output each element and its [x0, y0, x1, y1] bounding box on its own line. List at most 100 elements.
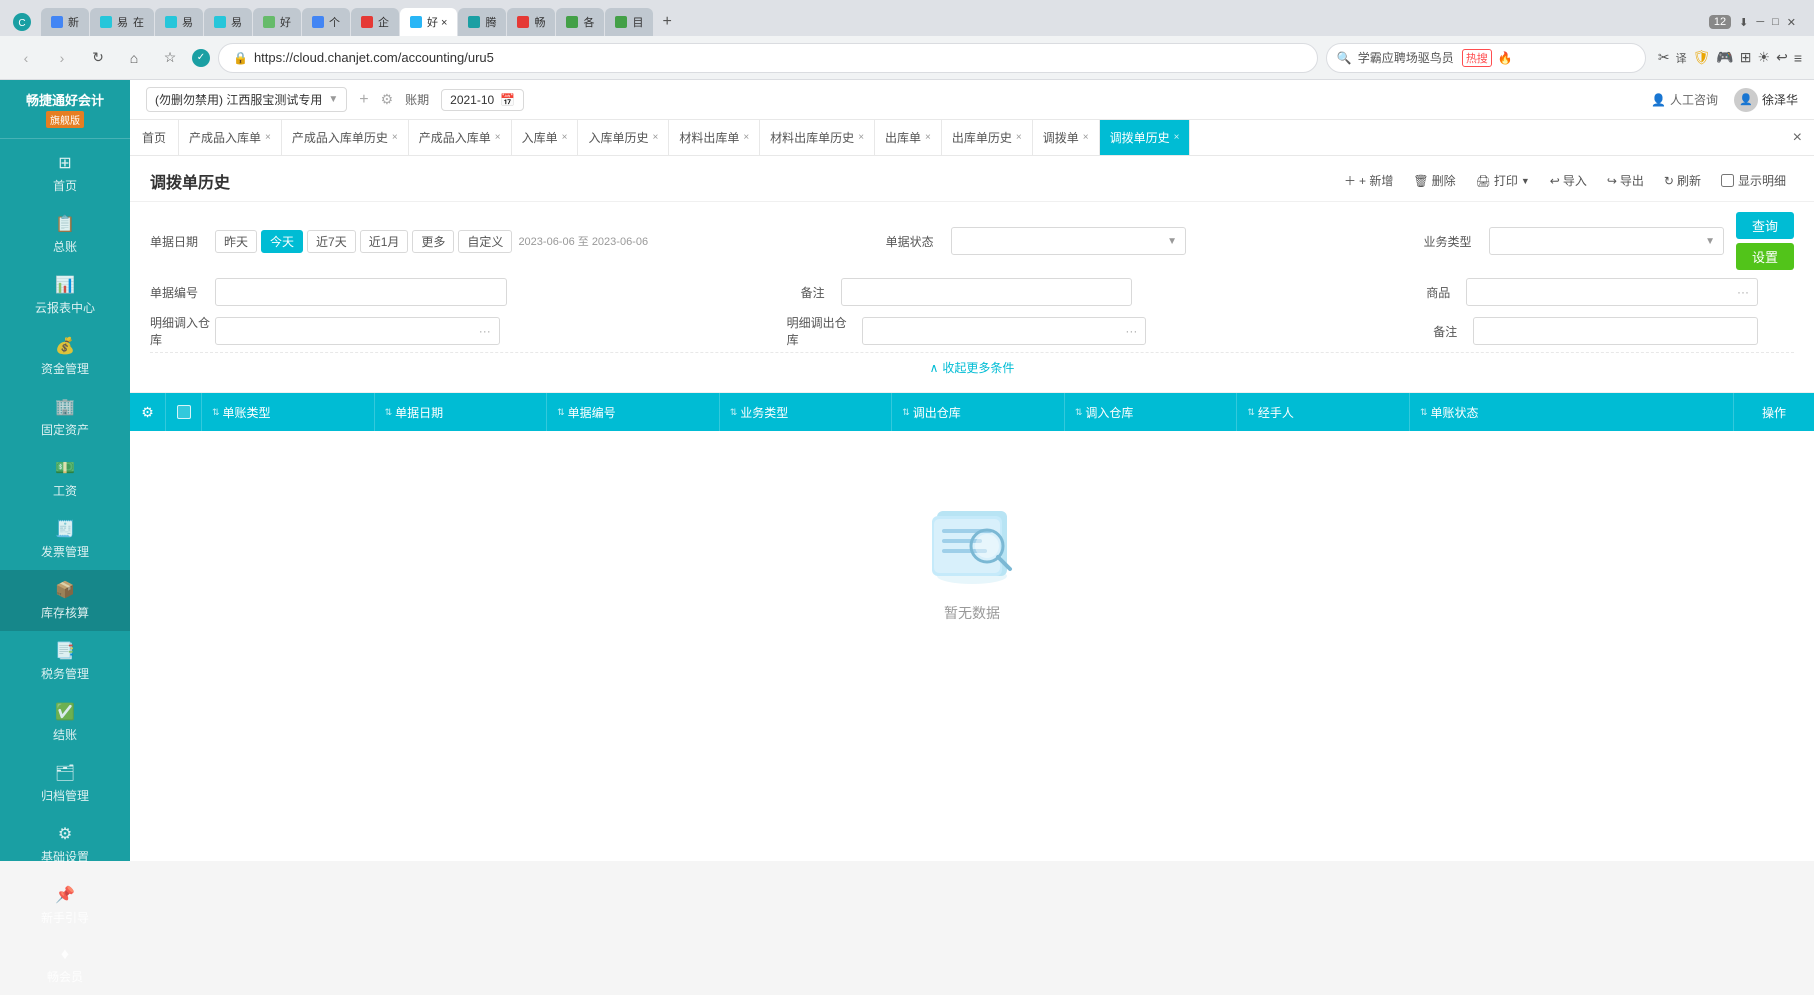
detail-in-select[interactable]: ···: [215, 317, 500, 345]
docno-input[interactable]: [215, 278, 507, 306]
th-doc-status[interactable]: ⇅ 单账状态: [1410, 393, 1734, 431]
th-biz-type[interactable]: ⇅ 业务类型: [720, 393, 893, 431]
browser-tab-7[interactable]: 企: [351, 8, 399, 36]
browser-tab-12[interactable]: 目: [605, 8, 653, 36]
close-btn[interactable]: ✕: [1787, 16, 1796, 29]
add-company-btn[interactable]: +: [359, 91, 368, 109]
th-transfer-in[interactable]: ⇅ 调入仓库: [1065, 393, 1238, 431]
tab-material-out-hist[interactable]: 材料出库单历史 ×: [760, 120, 875, 156]
sidebar-item-home[interactable]: ⊞ 首页: [0, 143, 130, 204]
setting-filter-btn[interactable]: 设置: [1736, 243, 1794, 270]
import-btn[interactable]: ↩ 导入: [1542, 168, 1595, 193]
browser-tab-3[interactable]: 易: [155, 8, 203, 36]
sidebar-item-settings[interactable]: ⚙ 基础设置: [0, 814, 130, 875]
home-btn[interactable]: ⌂: [120, 44, 148, 72]
sidebar-item-invoice[interactable]: 🧾 发票管理: [0, 509, 130, 570]
th-settings-btn[interactable]: ⚙: [130, 393, 166, 431]
company-selector[interactable]: (勿删勿禁用) 江西服宝测试专用 ▼: [146, 87, 347, 112]
tab-inbound-hist-close[interactable]: ×: [652, 132, 658, 143]
minimize-btn[interactable]: ─: [1756, 16, 1764, 28]
tab-outbound-hist[interactable]: 出库单历史 ×: [942, 120, 1033, 156]
sidebar-item-salary[interactable]: 💵 工资: [0, 448, 130, 509]
tab-product-in[interactable]: 产成品入库单 ×: [179, 120, 282, 156]
tab-inbound-close[interactable]: ×: [562, 132, 568, 143]
tab-transfer[interactable]: 调拨单 ×: [1033, 120, 1100, 156]
date-btn-1month[interactable]: 近1月: [360, 230, 409, 253]
user-menu-btn[interactable]: 👤 徐泽华: [1734, 88, 1798, 112]
settings-company-btn[interactable]: ⚙: [381, 91, 394, 108]
maximize-btn[interactable]: □: [1772, 16, 1779, 28]
sidebar-item-tax[interactable]: 📑 税务管理: [0, 631, 130, 692]
forward-btn[interactable]: ›: [48, 44, 76, 72]
sidebar-item-report[interactable]: 📊 云报表中心: [0, 265, 130, 326]
date-btn-custom[interactable]: 自定义: [458, 230, 512, 253]
biztype-filter-select[interactable]: ▼: [1489, 227, 1724, 255]
date-btn-more[interactable]: 更多: [412, 230, 454, 253]
browser-tab-4[interactable]: 易: [204, 8, 252, 36]
new-tab-btn[interactable]: +: [654, 8, 679, 36]
tab-product-in-hist[interactable]: 产成品入库单历史 ×: [282, 120, 409, 156]
new-btn[interactable]: ＋ + 新增: [1336, 168, 1401, 193]
tab-outbound[interactable]: 出库单 ×: [875, 120, 942, 156]
browser-tab-6[interactable]: 个: [302, 8, 350, 36]
browser-tab-10[interactable]: 畅: [507, 8, 555, 36]
tab-product-in-hist-close[interactable]: ×: [392, 132, 398, 143]
date-btn-7days[interactable]: 近7天: [307, 230, 356, 253]
remark-input[interactable]: [841, 278, 1133, 306]
browser-tab-2[interactable]: 易 在: [90, 8, 154, 36]
sidebar-item-inventory[interactable]: 📦 库存核算: [0, 570, 130, 631]
date-btn-today[interactable]: 今天: [261, 230, 303, 253]
sidebar-item-finance[interactable]: 💰 资金管理: [0, 326, 130, 387]
customer-service-btn[interactable]: 👤 人工咨询: [1651, 91, 1718, 108]
tab-material-out-hist-close[interactable]: ×: [858, 132, 864, 143]
sidebar-item-ledger[interactable]: 📋 总账: [0, 204, 130, 265]
period-selector[interactable]: 2021-10 📅: [441, 89, 524, 111]
refresh-page-btn[interactable]: ↻ 刷新: [1656, 168, 1709, 193]
th-handler[interactable]: ⇅ 经手人: [1237, 393, 1410, 431]
select-all-checkbox[interactable]: [177, 405, 191, 419]
goods-filter-select[interactable]: ···: [1466, 278, 1758, 306]
back-btn[interactable]: ‹: [12, 44, 40, 72]
collapse-more-btn[interactable]: ∧ 收起更多条件: [150, 352, 1794, 382]
delete-btn[interactable]: 🗑 删除: [1405, 168, 1463, 193]
sidebar-item-asset[interactable]: 🏢 固定资产: [0, 387, 130, 448]
detail-out-select[interactable]: ···: [862, 317, 1147, 345]
status-filter-select[interactable]: ▼: [951, 227, 1186, 255]
tab-product-in2-close[interactable]: ×: [495, 132, 501, 143]
query-btn[interactable]: 查询: [1736, 212, 1794, 239]
tab-material-out-close[interactable]: ×: [743, 132, 749, 143]
th-doc-date[interactable]: ⇅ 单据日期: [375, 393, 548, 431]
th-doc-type[interactable]: ⇅ 单账类型: [202, 393, 375, 431]
export-btn[interactable]: ↪ 导出: [1599, 168, 1652, 193]
tab-transfer-hist-close[interactable]: ×: [1174, 132, 1180, 143]
tab-outbound-hist-close[interactable]: ×: [1016, 132, 1022, 143]
tab-material-out[interactable]: 材料出库单 ×: [669, 120, 760, 156]
tab-transfer-hist-active[interactable]: 调拨单历史 ×: [1100, 120, 1191, 156]
tab-outbound-close[interactable]: ×: [925, 132, 931, 143]
date-btn-yesterday[interactable]: 昨天: [215, 230, 257, 253]
browser-search-bar[interactable]: 🔍 学霸应聘场驱鸟员 热搜 🔥: [1326, 43, 1646, 73]
tab-inbound-hist[interactable]: 入库单历史 ×: [578, 120, 669, 156]
browser-tab-8-active[interactable]: 好 ×: [400, 8, 457, 36]
tab-panel-close-btn[interactable]: ×: [1781, 129, 1814, 147]
browser-tab-5[interactable]: 好: [253, 8, 301, 36]
sidebar-item-member[interactable]: ♦ 畅会员: [0, 936, 130, 995]
th-doc-no[interactable]: ⇅ 单据编号: [547, 393, 720, 431]
browser-tab-11[interactable]: 各: [556, 8, 604, 36]
tab-product-in-close[interactable]: ×: [265, 132, 271, 143]
sidebar-item-guide[interactable]: 📌 新手引导: [0, 875, 130, 936]
tab-home[interactable]: 首页: [130, 120, 179, 156]
tab-inbound[interactable]: 入库单 ×: [512, 120, 579, 156]
sidebar-item-archive[interactable]: 🗂 归档管理: [0, 753, 130, 814]
tab-product-in2[interactable]: 产成品入库单 ×: [409, 120, 512, 156]
bookmark-btn[interactable]: ☆: [156, 44, 184, 72]
show-cols-checkbox[interactable]: [1721, 174, 1734, 187]
th-checkbox-cell[interactable]: [166, 393, 202, 431]
tab-transfer-close[interactable]: ×: [1083, 132, 1089, 143]
sidebar-item-close[interactable]: ✅ 结账: [0, 692, 130, 753]
address-bar[interactable]: 🔒 https://cloud.chanjet.com/accounting/u…: [218, 43, 1318, 73]
refresh-nav-btn[interactable]: ↻: [84, 44, 112, 72]
browser-tab-1[interactable]: 新: [41, 8, 89, 36]
browser-tab-9[interactable]: 腾: [458, 8, 506, 36]
remark2-input[interactable]: [1473, 317, 1758, 345]
